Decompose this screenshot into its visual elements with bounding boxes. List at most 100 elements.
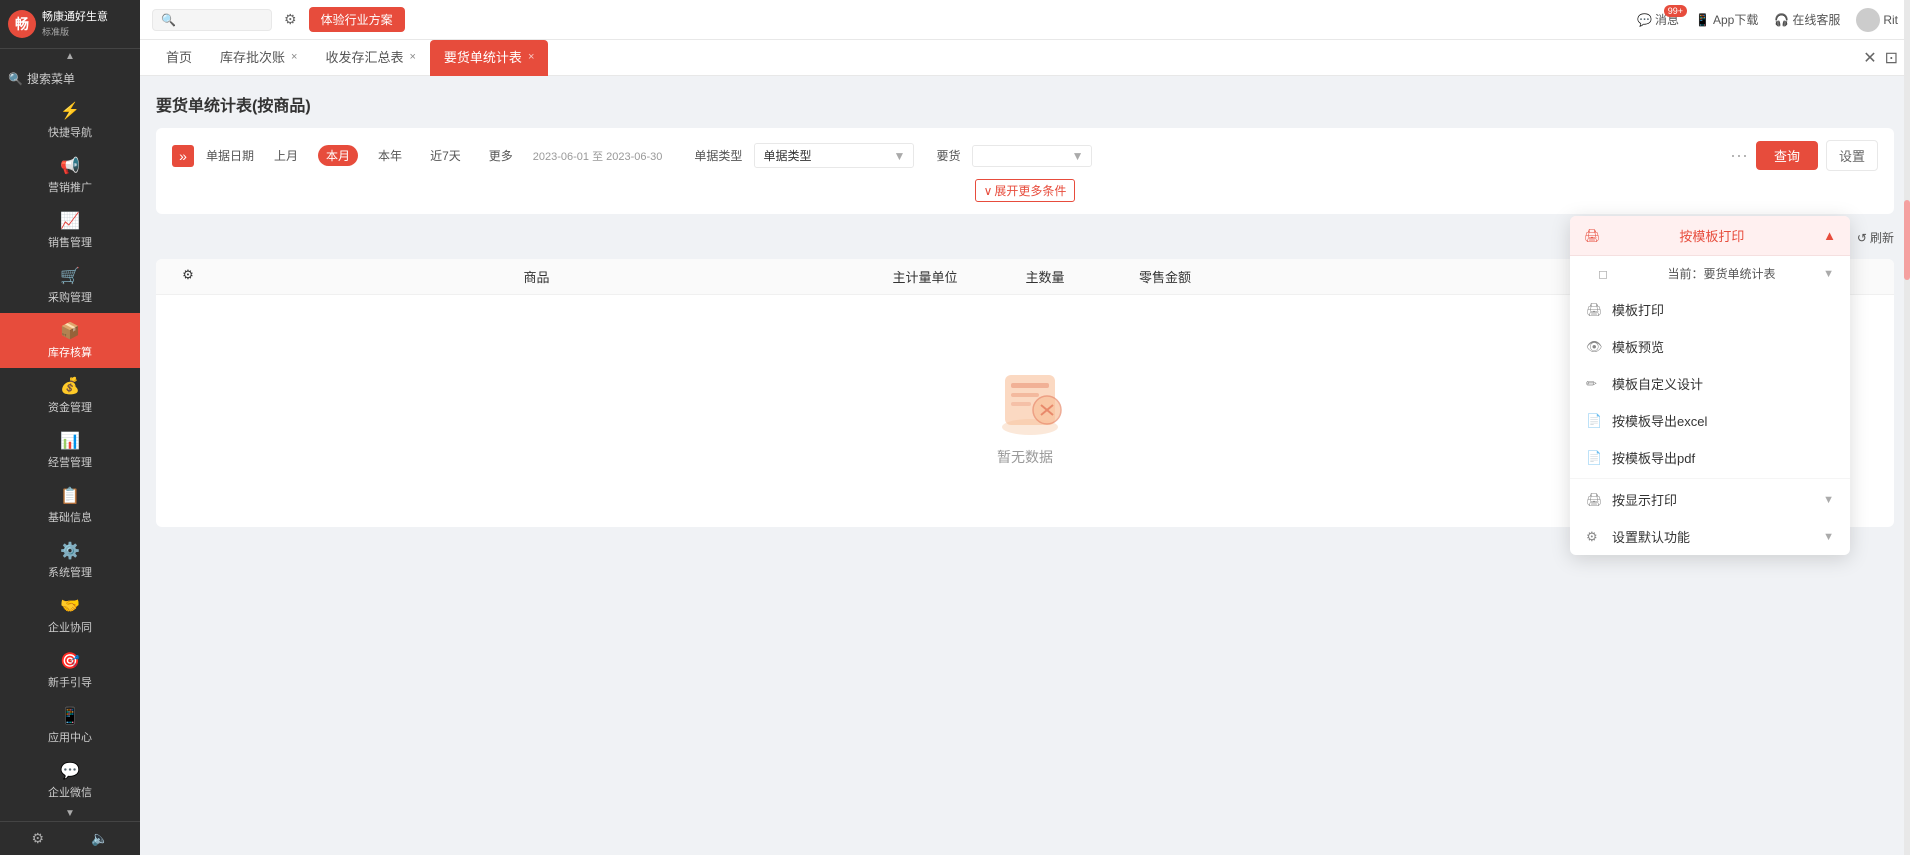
dropdown-item-template-custom[interactable]: ✏ 模板自定义设计	[1570, 365, 1850, 402]
sidebar-item-guide[interactable]: 🎯 新手引导	[0, 643, 140, 698]
basic-icon: 📋	[60, 486, 80, 506]
dropdown-item-default-func[interactable]: ⚙ 设置默认功能 ▼	[1570, 518, 1850, 555]
dropdown-item-export-pdf[interactable]: 📄 按模板导出pdf	[1570, 439, 1850, 476]
service-icon: 🎧	[1774, 13, 1789, 27]
sidebar-item-cooperation[interactable]: 🤝 企业协同	[0, 588, 140, 643]
template-print-icon: 🖨	[1586, 302, 1602, 318]
date-7days[interactable]: 近7天	[422, 145, 469, 166]
dropdown-current-template[interactable]: ◻ 当前：要货单统计表 ▼	[1570, 256, 1850, 291]
more-options-icon[interactable]: ···	[1730, 145, 1748, 166]
tab-receipt-summary-close[interactable]: ×	[409, 51, 415, 63]
settings-bottom-icon[interactable]: ⚙	[32, 830, 45, 847]
tab-order-stats[interactable]: 要货单统计表 ×	[430, 40, 548, 76]
type-select[interactable]: 单据类型 ▼	[754, 143, 914, 168]
marketing-label: 营销推广	[48, 179, 92, 195]
date-this-year[interactable]: 本年	[370, 145, 410, 166]
sidebar-item-wechat[interactable]: 💬 企业微信	[0, 753, 140, 806]
sidebar-item-quick-nav[interactable]: ⚡ 快捷导航	[0, 93, 140, 148]
dropdown-item-display-print[interactable]: 🖨 按显示打印 ▼	[1570, 481, 1850, 518]
basic-label: 基础信息	[48, 509, 92, 525]
sidebar-item-marketing[interactable]: 📢 营销推广	[0, 148, 140, 203]
online-service-item[interactable]: 🎧 在线客服	[1774, 11, 1840, 28]
inventory-label: 库存核算	[48, 344, 92, 360]
template-preview-label: 模板预览	[1612, 337, 1664, 356]
page-content: 要货单统计表(按商品) » 单据日期 上月 本月 本年 近7天 更多 2023-…	[140, 76, 1910, 855]
industry-button[interactable]: 体验行业方案	[309, 7, 405, 32]
right-scrollbar[interactable]	[1904, 0, 1910, 855]
current-template-label: 当前：要货单统计表	[1668, 265, 1776, 282]
finance-icon: 💰	[60, 376, 80, 396]
col-unit: 主计量单位	[865, 267, 985, 286]
sidebar-search[interactable]: 🔍 搜索菜单	[0, 64, 140, 93]
close-window-button[interactable]: ✕	[1863, 48, 1876, 68]
dropdown-collapse-icon[interactable]: ▲	[1823, 228, 1836, 243]
dropdown-item-template-print[interactable]: 🖨 模板打印	[1570, 291, 1850, 328]
current-template-icon: ◻	[1598, 267, 1614, 281]
template-custom-icon: ✏	[1586, 376, 1602, 392]
tab-home-label: 首页	[166, 47, 192, 66]
tab-receipt-summary[interactable]: 收发存汇总表 ×	[311, 40, 429, 76]
dropdown-item-template-preview[interactable]: 👁 模板预览	[1570, 328, 1850, 365]
sidebar-scroll-up[interactable]: ▲	[0, 49, 140, 64]
date-this-month[interactable]: 本月	[318, 145, 358, 166]
order-type-arrow-icon: ▼	[1072, 149, 1084, 163]
default-func-icon: ⚙	[1586, 529, 1602, 545]
topbar-gear-icon[interactable]: ⚙	[284, 11, 297, 28]
sidebar-item-operation[interactable]: 📊 经营管理	[0, 423, 140, 478]
user-avatar[interactable]: Rit	[1856, 8, 1898, 32]
display-print-arrow: ▼	[1823, 494, 1834, 506]
query-button[interactable]: 查询	[1756, 141, 1818, 170]
col-quantity: 主数量	[985, 267, 1105, 286]
order-type-select[interactable]: ▼	[972, 145, 1092, 167]
sidebar-item-basic[interactable]: 📋 基础信息	[0, 478, 140, 533]
tab-batch-account-close[interactable]: ×	[291, 51, 297, 63]
topbar-search-bar[interactable]: 🔍	[152, 9, 272, 31]
sidebar-item-purchase[interactable]: 🛒 采购管理	[0, 258, 140, 313]
wechat-icon: 💬	[60, 761, 80, 781]
message-item[interactable]: 💬 消息 99+	[1637, 11, 1679, 28]
expand-row: ∨ 展开更多条件	[172, 179, 1878, 202]
filter-toggle-btn[interactable]: »	[172, 145, 194, 167]
maximize-button[interactable]: ⊡	[1885, 48, 1898, 68]
date-filter-label: 单据日期	[206, 147, 254, 164]
sidebar-item-finance[interactable]: 💰 资金管理	[0, 368, 140, 423]
refresh-label: 刷新	[1870, 229, 1894, 246]
dropdown-divider-1	[1570, 478, 1850, 479]
expand-more-btn[interactable]: ∨ 展开更多条件	[975, 179, 1076, 202]
search-label: 搜索菜单	[27, 70, 75, 87]
tab-order-stats-close[interactable]: ×	[528, 51, 534, 63]
sales-label: 销售管理	[48, 234, 92, 250]
date-last-month[interactable]: 上月	[266, 145, 306, 166]
default-func-label: 设置默认功能	[1612, 527, 1690, 546]
print-dropdown: 🖨 按模板打印 ▲ ◻ 当前：要货单统计表 ▼ 🖨 模板打印 👁 模板预览 ✏ …	[1570, 216, 1850, 555]
avatar-image	[1856, 8, 1880, 32]
page-title: 要货单统计表(按商品)	[156, 92, 1894, 116]
template-custom-label: 模板自定义设计	[1612, 374, 1703, 393]
download-icon: 📱	[1695, 13, 1710, 27]
app-logo: 畅 畅康通好生意 标准版	[0, 0, 140, 49]
app-center-label: 应用中心	[48, 729, 92, 745]
sidebar-item-inventory[interactable]: 📦 库存核算	[0, 313, 140, 368]
tab-home[interactable]: 首页	[152, 40, 206, 76]
purchase-label: 采购管理	[48, 289, 92, 305]
tab-batch-account[interactable]: 库存批次账 ×	[206, 40, 311, 76]
volume-icon[interactable]: 🔈	[91, 830, 108, 847]
settings-button[interactable]: 设置	[1826, 140, 1878, 171]
sidebar-item-sales[interactable]: 📈 销售管理	[0, 203, 140, 258]
dropdown-item-export-excel[interactable]: 📄 按模板导出excel	[1570, 402, 1850, 439]
default-func-arrow: ▼	[1823, 531, 1834, 543]
sidebar-item-app-center[interactable]: 📱 应用中心	[0, 698, 140, 753]
search-icon: 🔍	[8, 72, 23, 86]
col-settings[interactable]: ⚙	[168, 267, 208, 286]
quick-nav-icon: ⚡	[60, 101, 80, 121]
scrollbar-thumb[interactable]	[1904, 200, 1910, 280]
refresh-button[interactable]: ↺ 刷新	[1857, 229, 1894, 246]
app-download-item[interactable]: 📱 App下载	[1695, 11, 1758, 28]
sidebar-nav: ⚡ 快捷导航 📢 营销推广 📈 销售管理 🛒 采购管理 📦 库存核算 💰 资金管…	[0, 93, 140, 806]
purchase-icon: 🛒	[60, 266, 80, 286]
date-more[interactable]: 更多	[481, 145, 521, 166]
order-type-filter-label: 要货	[936, 147, 960, 164]
type-placeholder: 单据类型	[763, 147, 811, 164]
sidebar-item-system[interactable]: ⚙️ 系统管理	[0, 533, 140, 588]
sidebar-scroll-down[interactable]: ▼	[0, 806, 140, 821]
